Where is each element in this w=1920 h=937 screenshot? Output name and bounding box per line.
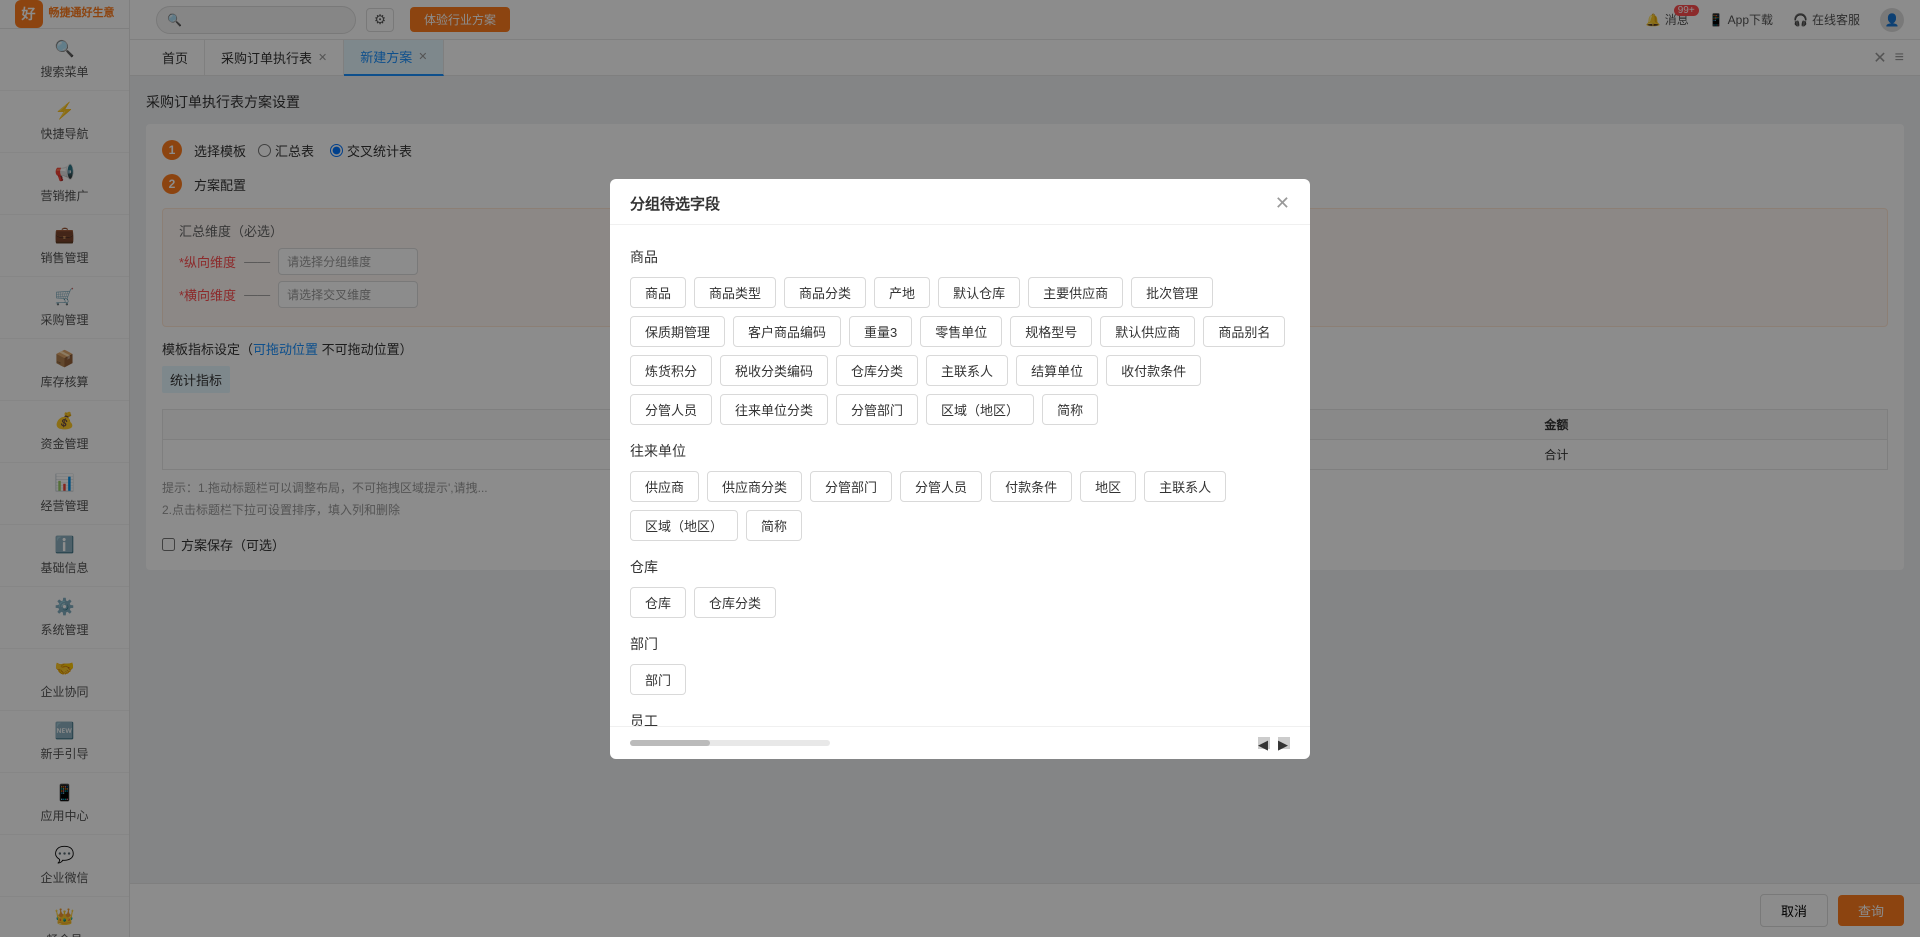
field-tag-0-9[interactable]: 重量3 xyxy=(849,316,912,347)
scroll-right-icon[interactable]: ▶ xyxy=(1278,737,1290,749)
field-tag-0-2[interactable]: 商品分类 xyxy=(784,277,866,308)
field-tag-1-4[interactable]: 付款条件 xyxy=(990,471,1072,502)
field-tag-0-17[interactable]: 主联系人 xyxy=(926,355,1008,386)
field-tag-0-14[interactable]: 炼货积分 xyxy=(630,355,712,386)
scroll-left-icon[interactable]: ◀ xyxy=(1258,737,1270,749)
field-tag-0-3[interactable]: 产地 xyxy=(874,277,930,308)
field-tag-0-21[interactable]: 往来单位分类 xyxy=(720,394,828,425)
section-title-2: 仓库 xyxy=(630,557,1290,577)
field-tag-0-18[interactable]: 结算单位 xyxy=(1016,355,1098,386)
field-tag-0-16[interactable]: 仓库分类 xyxy=(836,355,918,386)
field-tag-1-7[interactable]: 区域（地区） xyxy=(630,510,738,541)
field-tag-0-22[interactable]: 分管部门 xyxy=(836,394,918,425)
modal-title: 分组待选字段 xyxy=(630,193,720,214)
modal-footer-right: ◀ ▶ xyxy=(1258,737,1290,749)
scroll-thumb xyxy=(630,740,710,746)
section-tags-0: 商品商品类型商品分类产地默认仓库主要供应商批次管理保质期管理客户商品编码重量3 零… xyxy=(630,277,1290,425)
section-title-0: 商品 xyxy=(630,247,1290,267)
modal-overlay: 分组待选字段 ✕ 商品商品商品类型商品分类产地默认仓库主要供应商批次管理保质期管… xyxy=(0,0,1920,937)
field-tag-0-5[interactable]: 主要供应商 xyxy=(1028,277,1123,308)
modal-header: 分组待选字段 ✕ xyxy=(610,179,1310,225)
field-tag-0-10[interactable]: 零售单位 xyxy=(920,316,1002,347)
field-tag-0-12[interactable]: 默认供应商 xyxy=(1100,316,1195,347)
field-tag-1-8[interactable]: 简称 xyxy=(746,510,802,541)
field-tag-0-8[interactable]: 客户商品编码 xyxy=(733,316,841,347)
field-tag-2-0[interactable]: 仓库 xyxy=(630,587,686,618)
field-tag-3-0[interactable]: 部门 xyxy=(630,664,686,695)
section-title-1: 往来单位 xyxy=(630,441,1290,461)
modal-footer: ◀ ▶ xyxy=(610,726,1310,759)
section-title-3: 部门 xyxy=(630,634,1290,654)
section-tags-3: 部门 xyxy=(630,664,1290,695)
field-tag-0-19[interactable]: 收付款条件 xyxy=(1106,355,1201,386)
field-tag-0-6[interactable]: 批次管理 xyxy=(1131,277,1213,308)
field-tag-0-23[interactable]: 区域（地区） xyxy=(926,394,1034,425)
field-tag-0-15[interactable]: 税收分类编码 xyxy=(720,355,828,386)
field-tag-0-11[interactable]: 规格型号 xyxy=(1010,316,1092,347)
section-title-4: 员工 xyxy=(630,711,1290,726)
field-tag-0-0[interactable]: 商品 xyxy=(630,277,686,308)
field-tag-1-2[interactable]: 分管部门 xyxy=(810,471,892,502)
modal-dialog: 分组待选字段 ✕ 商品商品商品类型商品分类产地默认仓库主要供应商批次管理保质期管… xyxy=(610,179,1310,759)
scrollbar-hint xyxy=(630,740,830,746)
field-tag-1-3[interactable]: 分管人员 xyxy=(900,471,982,502)
field-tag-2-1[interactable]: 仓库分类 xyxy=(694,587,776,618)
field-tag-0-20[interactable]: 分管人员 xyxy=(630,394,712,425)
field-tag-1-1[interactable]: 供应商分类 xyxy=(707,471,802,502)
field-tag-1-5[interactable]: 地区 xyxy=(1080,471,1136,502)
field-tag-0-7[interactable]: 保质期管理 xyxy=(630,316,725,347)
field-tag-0-4[interactable]: 默认仓库 xyxy=(938,277,1020,308)
field-tag-1-0[interactable]: 供应商 xyxy=(630,471,699,502)
field-tag-0-13[interactable]: 商品别名 xyxy=(1203,316,1285,347)
modal-body: 商品商品商品类型商品分类产地默认仓库主要供应商批次管理保质期管理客户商品编码重量… xyxy=(610,225,1310,726)
scroll-track[interactable] xyxy=(630,740,830,746)
section-tags-2: 仓库仓库分类 xyxy=(630,587,1290,618)
field-tag-1-6[interactable]: 主联系人 xyxy=(1144,471,1226,502)
modal-close-button[interactable]: ✕ xyxy=(1275,193,1290,214)
field-tag-0-24[interactable]: 简称 xyxy=(1042,394,1098,425)
section-tags-1: 供应商供应商分类分管部门分管人员付款条件地区主联系人区域（地区） 简称 xyxy=(630,471,1290,541)
field-tag-0-1[interactable]: 商品类型 xyxy=(694,277,776,308)
